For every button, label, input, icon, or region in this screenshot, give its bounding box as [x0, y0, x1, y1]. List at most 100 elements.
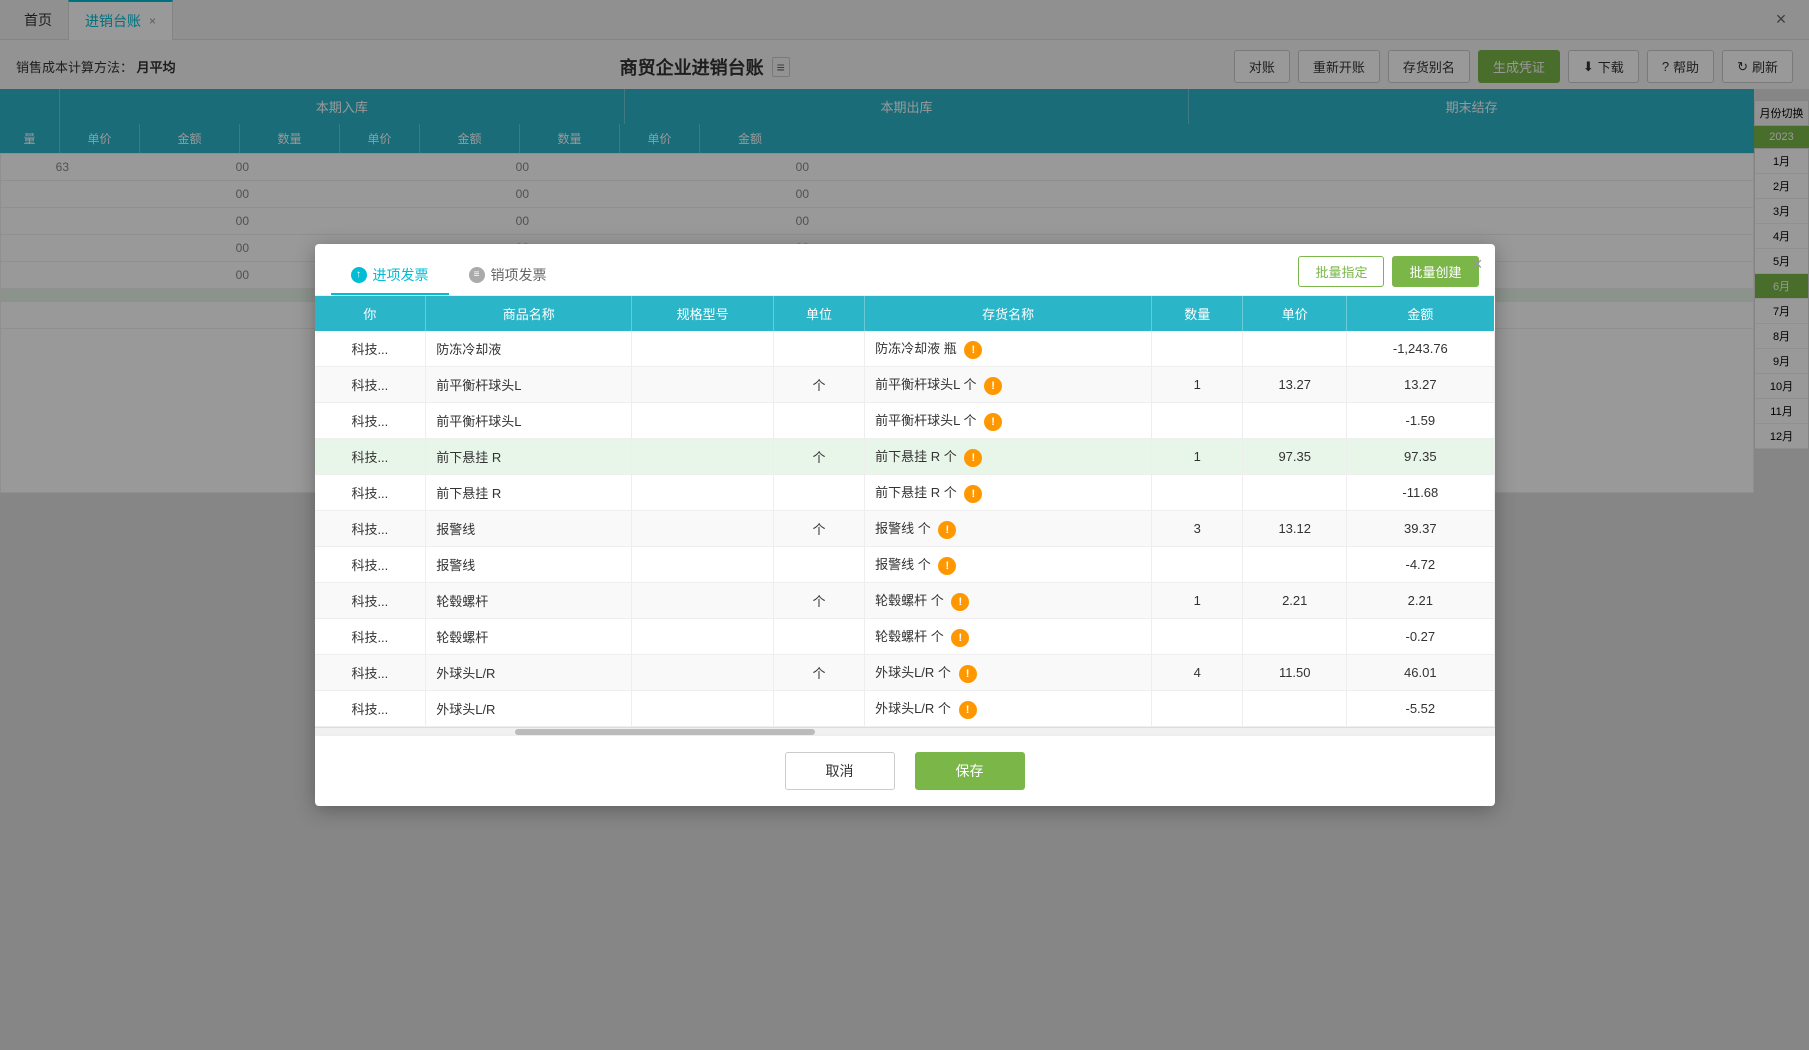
cell-qty: [1152, 331, 1243, 367]
cell-product: 报警线: [426, 511, 632, 547]
cell-amount: 2.21: [1347, 583, 1494, 619]
cell-product: 轮毂螺杆: [426, 619, 632, 655]
cell-spec: [632, 331, 774, 367]
sales-tab-label: 销项发票: [491, 265, 547, 285]
cell-product: 外球头L/R: [426, 691, 632, 727]
cancel-button[interactable]: 取消: [785, 752, 895, 790]
cell-product: 前平衡杆球头L: [426, 367, 632, 403]
cell-company: 科技...: [315, 439, 426, 475]
modal-table: 你 商品名称 规格型号 单位 存货名称 数量 单价 金额 科技... 防冻冷却液: [315, 296, 1495, 727]
table-row[interactable]: 科技... 前平衡杆球头L 前平衡杆球头L 个 ! -1.59: [315, 403, 1495, 439]
tab-sales-invoice[interactable]: ≡ 销项发票: [449, 257, 567, 295]
batch-assign-button[interactable]: 批量指定: [1298, 256, 1384, 287]
cell-unit: 个: [773, 655, 864, 691]
cell-amount: -1,243.76: [1347, 331, 1494, 367]
cell-amount: 39.37: [1347, 511, 1494, 547]
cell-product: 外球头L/R: [426, 655, 632, 691]
cell-inventory: 防冻冷却液 瓶 !: [865, 331, 1152, 367]
cell-qty: 1: [1152, 439, 1243, 475]
table-row[interactable]: 科技... 前下悬挂 R 个 前下悬挂 R 个 ! 1 97.35 97.35: [315, 439, 1495, 475]
table-row[interactable]: 科技... 外球头L/R 外球头L/R 个 ! -5.52: [315, 691, 1495, 727]
cell-company: 科技...: [315, 403, 426, 439]
cell-price: [1243, 547, 1347, 583]
cell-company: 科技...: [315, 331, 426, 367]
cell-unit: 个: [773, 367, 864, 403]
cell-price: [1243, 403, 1347, 439]
table-row[interactable]: 科技... 轮毂螺杆 轮毂螺杆 个 ! -0.27: [315, 619, 1495, 655]
col-price: 单价: [1243, 296, 1347, 331]
table-row[interactable]: 科技... 报警线 报警线 个 ! -4.72: [315, 547, 1495, 583]
table-row[interactable]: 科技... 报警线 个 报警线 个 ! 3 13.12 39.37: [315, 511, 1495, 547]
cell-qty: 4: [1152, 655, 1243, 691]
cell-price: [1243, 475, 1347, 511]
modal-close-button[interactable]: ×: [1472, 254, 1483, 275]
cell-amount: -4.72: [1347, 547, 1494, 583]
tab-purchase-invoice[interactable]: ↑ 进项发票: [331, 257, 449, 295]
purchase-tab-icon: ↑: [351, 267, 367, 283]
cell-price: 11.50: [1243, 655, 1347, 691]
cell-inventory: 前下悬挂 R 个 !: [865, 439, 1152, 475]
col-company: 你: [315, 296, 426, 331]
cell-product: 前下悬挂 R: [426, 475, 632, 511]
cell-inventory: 报警线 个 !: [865, 547, 1152, 583]
warning-icon: !: [964, 341, 982, 359]
table-row[interactable]: 科技... 防冻冷却液 防冻冷却液 瓶 ! -1,243.76: [315, 331, 1495, 367]
warning-icon: !: [951, 593, 969, 611]
col-spec: 规格型号: [632, 296, 774, 331]
modal-overlay: ↑ 进项发票 ≡ 销项发票 批量指定 批量创建 × 你 商品名称 规格型号: [0, 0, 1809, 1050]
cell-amount: -1.59: [1347, 403, 1494, 439]
horizontal-scrollbar[interactable]: [315, 727, 1495, 735]
cell-price: 13.12: [1243, 511, 1347, 547]
cell-company: 科技...: [315, 655, 426, 691]
cell-product: 前平衡杆球头L: [426, 403, 632, 439]
cell-inventory: 轮毂螺杆 个 !: [865, 619, 1152, 655]
warning-icon: !: [984, 413, 1002, 431]
cell-price: 97.35: [1243, 439, 1347, 475]
modal-header-actions: 批量指定 批量创建: [1298, 256, 1478, 287]
table-row[interactable]: 科技... 外球头L/R 个 外球头L/R 个 ! 4 11.50 46.01: [315, 655, 1495, 691]
cell-spec: [632, 403, 774, 439]
table-row[interactable]: 科技... 轮毂螺杆 个 轮毂螺杆 个 ! 1 2.21 2.21: [315, 583, 1495, 619]
save-button[interactable]: 保存: [915, 752, 1025, 790]
cell-spec: [632, 583, 774, 619]
cell-amount: -11.68: [1347, 475, 1494, 511]
cell-company: 科技...: [315, 547, 426, 583]
cell-company: 科技...: [315, 691, 426, 727]
sales-tab-icon: ≡: [469, 267, 485, 283]
cell-qty: [1152, 403, 1243, 439]
cell-qty: 3: [1152, 511, 1243, 547]
cell-inventory: 报警线 个 !: [865, 511, 1152, 547]
batch-create-button[interactable]: 批量创建: [1392, 256, 1478, 287]
warning-icon: !: [984, 377, 1002, 395]
warning-icon: !: [959, 665, 977, 683]
cell-unit: [773, 403, 864, 439]
col-amount: 金额: [1347, 296, 1494, 331]
cell-product: 前下悬挂 R: [426, 439, 632, 475]
table-row[interactable]: 科技... 前平衡杆球头L 个 前平衡杆球头L 个 ! 1 13.27 13.2…: [315, 367, 1495, 403]
cell-inventory: 外球头L/R 个 !: [865, 655, 1152, 691]
cell-unit: 个: [773, 439, 864, 475]
cell-product: 防冻冷却液: [426, 331, 632, 367]
cell-spec: [632, 547, 774, 583]
cell-product: 报警线: [426, 547, 632, 583]
cell-unit: [773, 691, 864, 727]
modal-header: ↑ 进项发票 ≡ 销项发票 批量指定 批量创建 ×: [315, 244, 1495, 296]
cell-spec: [632, 475, 774, 511]
cell-price: [1243, 691, 1347, 727]
warning-icon: !: [964, 485, 982, 503]
warning-icon: !: [938, 521, 956, 539]
scrollbar-thumb[interactable]: [515, 729, 815, 735]
cell-company: 科技...: [315, 475, 426, 511]
cell-qty: 1: [1152, 583, 1243, 619]
cell-unit: 个: [773, 511, 864, 547]
cell-amount: 13.27: [1347, 367, 1494, 403]
cell-unit: 个: [773, 583, 864, 619]
col-inventory: 存货名称: [865, 296, 1152, 331]
cell-spec: [632, 439, 774, 475]
cell-inventory: 外球头L/R 个 !: [865, 691, 1152, 727]
cell-qty: 1: [1152, 367, 1243, 403]
cell-unit: [773, 475, 864, 511]
table-row[interactable]: 科技... 前下悬挂 R 前下悬挂 R 个 ! -11.68: [315, 475, 1495, 511]
cell-price: [1243, 331, 1347, 367]
cell-unit: [773, 331, 864, 367]
